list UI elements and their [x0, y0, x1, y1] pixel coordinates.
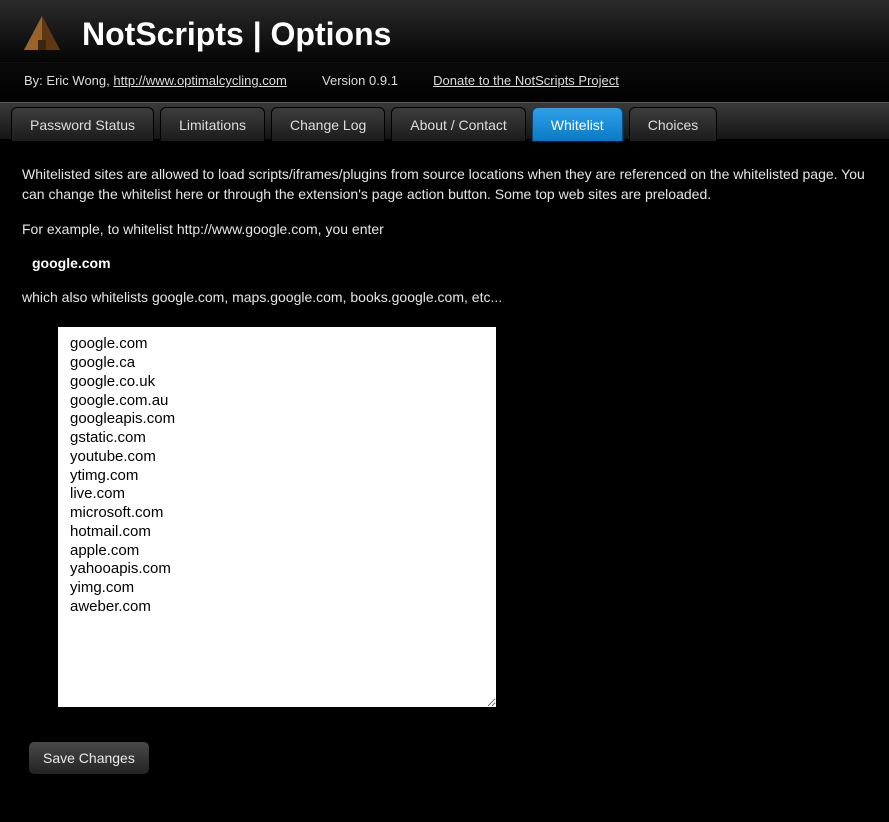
description-para-3: which also whitelists google.com, maps.g…: [22, 287, 867, 307]
description-para-2: For example, to whitelist http://www.goo…: [22, 219, 867, 239]
content-area: Whitelisted sites are allowed to load sc…: [0, 140, 889, 789]
page-title: NotScripts | Options: [82, 16, 391, 53]
button-row: Save Changes: [28, 741, 867, 775]
donate-link[interactable]: Donate to the NotScripts Project: [433, 73, 619, 88]
tab-whitelist[interactable]: Whitelist: [532, 107, 623, 141]
tab-bar: Password StatusLimitationsChange LogAbou…: [0, 102, 889, 140]
author-by: By:: [24, 73, 46, 88]
version-label: Version 0.9.1: [322, 73, 398, 88]
author-url-link[interactable]: http://www.optimalcycling.com: [113, 73, 286, 88]
tab-password-status[interactable]: Password Status: [11, 107, 154, 141]
header-bar: NotScripts | Options: [0, 0, 889, 63]
save-button[interactable]: Save Changes: [28, 741, 150, 775]
whitelist-textarea[interactable]: [58, 327, 496, 707]
author-name: Eric Wong: [46, 73, 106, 88]
tab-about-contact[interactable]: About / Contact: [391, 107, 526, 141]
example-domain: google.com: [32, 253, 867, 273]
whitelist-container: [58, 327, 867, 712]
tab-change-log[interactable]: Change Log: [271, 107, 385, 141]
tab-choices[interactable]: Choices: [629, 107, 718, 141]
subheader: By: Eric Wong, http://www.optimalcycling…: [0, 63, 889, 102]
tab-limitations[interactable]: Limitations: [160, 107, 265, 141]
pyramid-icon: [20, 12, 64, 56]
description-para-1: Whitelisted sites are allowed to load sc…: [22, 164, 867, 205]
